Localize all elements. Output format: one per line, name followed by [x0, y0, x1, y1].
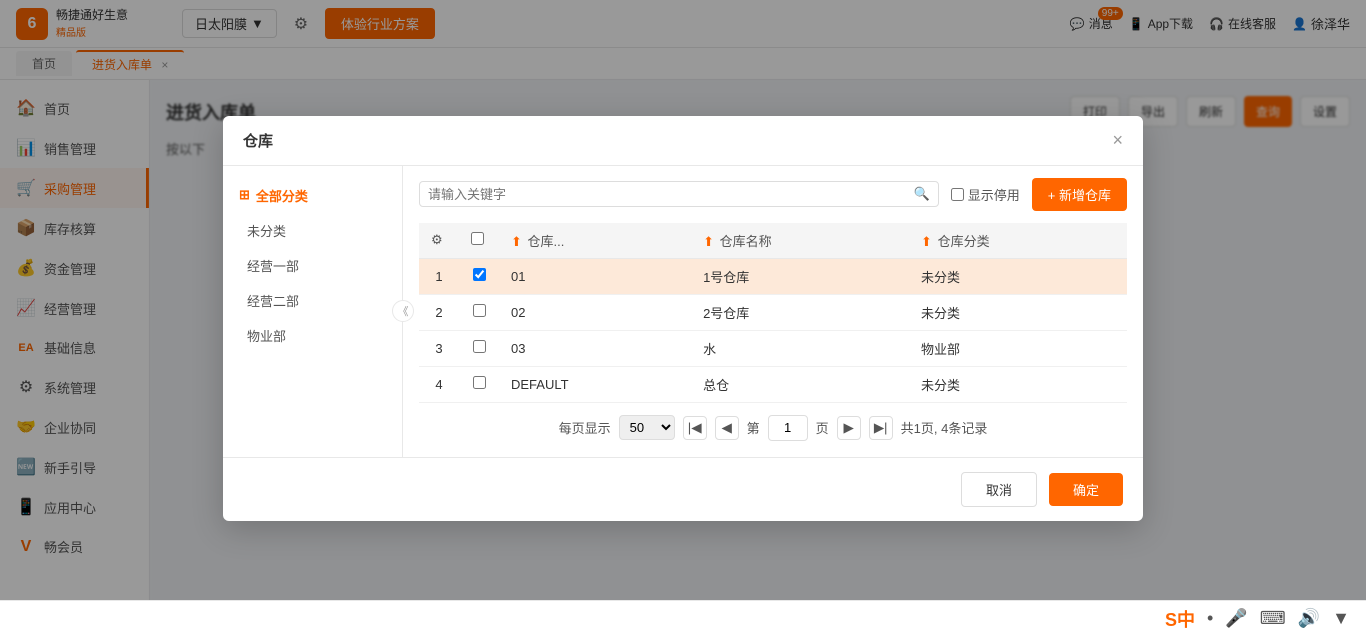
table-row[interactable]: 2 02 2号仓库 未分类 [419, 294, 1127, 330]
show-disabled-checkbox[interactable] [951, 188, 964, 201]
row-checkbox[interactable] [473, 304, 486, 317]
row-checkbox[interactable] [473, 376, 486, 389]
category-item-property[interactable]: 物业部 [223, 318, 402, 353]
table-panel: 🔍 显示停用 + 新增仓库 [403, 166, 1143, 457]
row-checkbox-cell [459, 294, 499, 330]
row-name: 2号仓库 [691, 294, 909, 330]
bottom-keyboard-icon[interactable]: ⌨ [1260, 608, 1286, 629]
bottom-bar: S中 • 🎤 ⌨ 🔊 ▼ [0, 600, 1366, 636]
pagination: 每页显示 50 10 20 100 |◀ ◀ 第 [419, 403, 1127, 445]
modal-body: ⊞ 全部分类 未分类 经营一部 经营二部 物业部 [223, 166, 1143, 457]
row-index: 3 [419, 330, 459, 366]
bottom-dot-icon: • [1207, 608, 1213, 629]
cancel-button[interactable]: 取消 [961, 472, 1037, 507]
last-page-button[interactable]: ▶| [869, 416, 893, 440]
row-index: 2 [419, 294, 459, 330]
table-body: 1 01 1号仓库 未分类 2 02 2号仓库 未分类 3 03 水 物业部 4 [419, 258, 1127, 402]
first-page-button[interactable]: |◀ [683, 416, 707, 440]
row-name: 总仓 [691, 366, 909, 402]
per-page-select[interactable]: 50 10 20 100 [619, 415, 675, 440]
add-warehouse-button[interactable]: + 新增仓库 [1032, 178, 1127, 211]
table-row[interactable]: 4 DEFAULT 总仓 未分类 [419, 366, 1127, 402]
th-name: ⬆ 仓库名称 [691, 223, 909, 259]
table-container: ⚙ ⬆ 仓库... [419, 223, 1127, 403]
row-checkbox-cell [459, 330, 499, 366]
row-checkbox-cell [459, 366, 499, 402]
prev-page-button[interactable]: ◀ [715, 416, 739, 440]
row-name: 水 [691, 330, 909, 366]
row-checkbox-cell [459, 258, 499, 294]
all-category-label: 全部分类 [256, 186, 308, 205]
select-all-checkbox[interactable] [471, 232, 484, 245]
bottom-s-icon[interactable]: S中 [1165, 606, 1195, 632]
bottom-volume-icon[interactable]: 🔊 [1298, 608, 1320, 629]
row-name: 1号仓库 [691, 258, 909, 294]
bottom-arrow-icon[interactable]: ▼ [1332, 608, 1350, 629]
per-page-label: 每页显示 [559, 418, 611, 437]
modal-header: 仓库 × [223, 116, 1143, 166]
row-category: 未分类 [909, 294, 1127, 330]
row-code: 01 [499, 258, 691, 294]
row-category: 物业部 [909, 330, 1127, 366]
gear-th-icon: ⚙ [431, 232, 443, 247]
show-disabled-label: 显示停用 [951, 185, 1020, 204]
warehouse-modal: 仓库 × ⊞ 全部分类 未分类 经营一部 [223, 116, 1143, 521]
th-checkbox [459, 223, 499, 259]
row-code: 03 [499, 330, 691, 366]
category-item-operations1[interactable]: 经营一部 [223, 248, 402, 283]
all-category-item[interactable]: ⊞ 全部分类 [223, 178, 402, 213]
row-category: 未分类 [909, 366, 1127, 402]
modal-footer: 取消 确定 [223, 457, 1143, 521]
modal-overlay[interactable]: 仓库 × ⊞ 全部分类 未分类 经营一部 [0, 0, 1366, 636]
modal-close-button[interactable]: × [1112, 130, 1123, 151]
bottom-mic-icon[interactable]: 🎤 [1225, 608, 1247, 629]
total-info: 共1页, 4条记录 [901, 418, 988, 437]
th-category: ⬆ 仓库分类 [909, 223, 1127, 259]
category-panel: ⊞ 全部分类 未分类 经营一部 经营二部 物业部 [223, 166, 403, 457]
row-code: DEFAULT [499, 366, 691, 402]
confirm-button[interactable]: 确定 [1049, 473, 1123, 506]
sort-icon-name: ⬆ [703, 234, 714, 249]
search-input[interactable] [428, 187, 914, 202]
table-row[interactable]: 1 01 1号仓库 未分类 [419, 258, 1127, 294]
per-page-select-wrapper: 50 10 20 100 [619, 415, 675, 440]
row-index: 1 [419, 258, 459, 294]
warehouse-table: ⚙ ⬆ 仓库... [419, 223, 1127, 403]
next-page-button[interactable]: ▶ [837, 416, 861, 440]
search-box: 🔍 [419, 181, 939, 207]
table-toolbar: 🔍 显示停用 + 新增仓库 [419, 178, 1127, 211]
table-row[interactable]: 3 03 水 物业部 [419, 330, 1127, 366]
current-page-input[interactable] [768, 415, 808, 441]
grid-icon: ⊞ [239, 187, 250, 203]
sort-icon: ⬆ [511, 234, 522, 249]
search-icon: 🔍 [914, 186, 930, 202]
table-head: ⚙ ⬆ 仓库... [419, 223, 1127, 259]
category-item-operations2[interactable]: 经营二部 [223, 283, 402, 318]
collapse-panel-button[interactable]: 《 [392, 300, 414, 322]
category-item-unclassified[interactable]: 未分类 [223, 213, 402, 248]
th-settings: ⚙ [419, 223, 459, 259]
row-code: 02 [499, 294, 691, 330]
sort-icon-cat: ⬆ [921, 234, 932, 249]
page-label: 页 [816, 418, 829, 437]
row-index: 4 [419, 366, 459, 402]
page-go-label: 第 [747, 418, 760, 437]
th-code: ⬆ 仓库... [499, 223, 691, 259]
main-layout: 🏠 首页 📊 销售管理 🛒 采购管理 📦 库存核算 💰 资金管理 📈 经营管理 … [0, 80, 1366, 636]
modal-title: 仓库 [243, 130, 273, 151]
row-checkbox[interactable] [473, 340, 486, 353]
row-category: 未分类 [909, 258, 1127, 294]
row-checkbox[interactable] [473, 268, 486, 281]
